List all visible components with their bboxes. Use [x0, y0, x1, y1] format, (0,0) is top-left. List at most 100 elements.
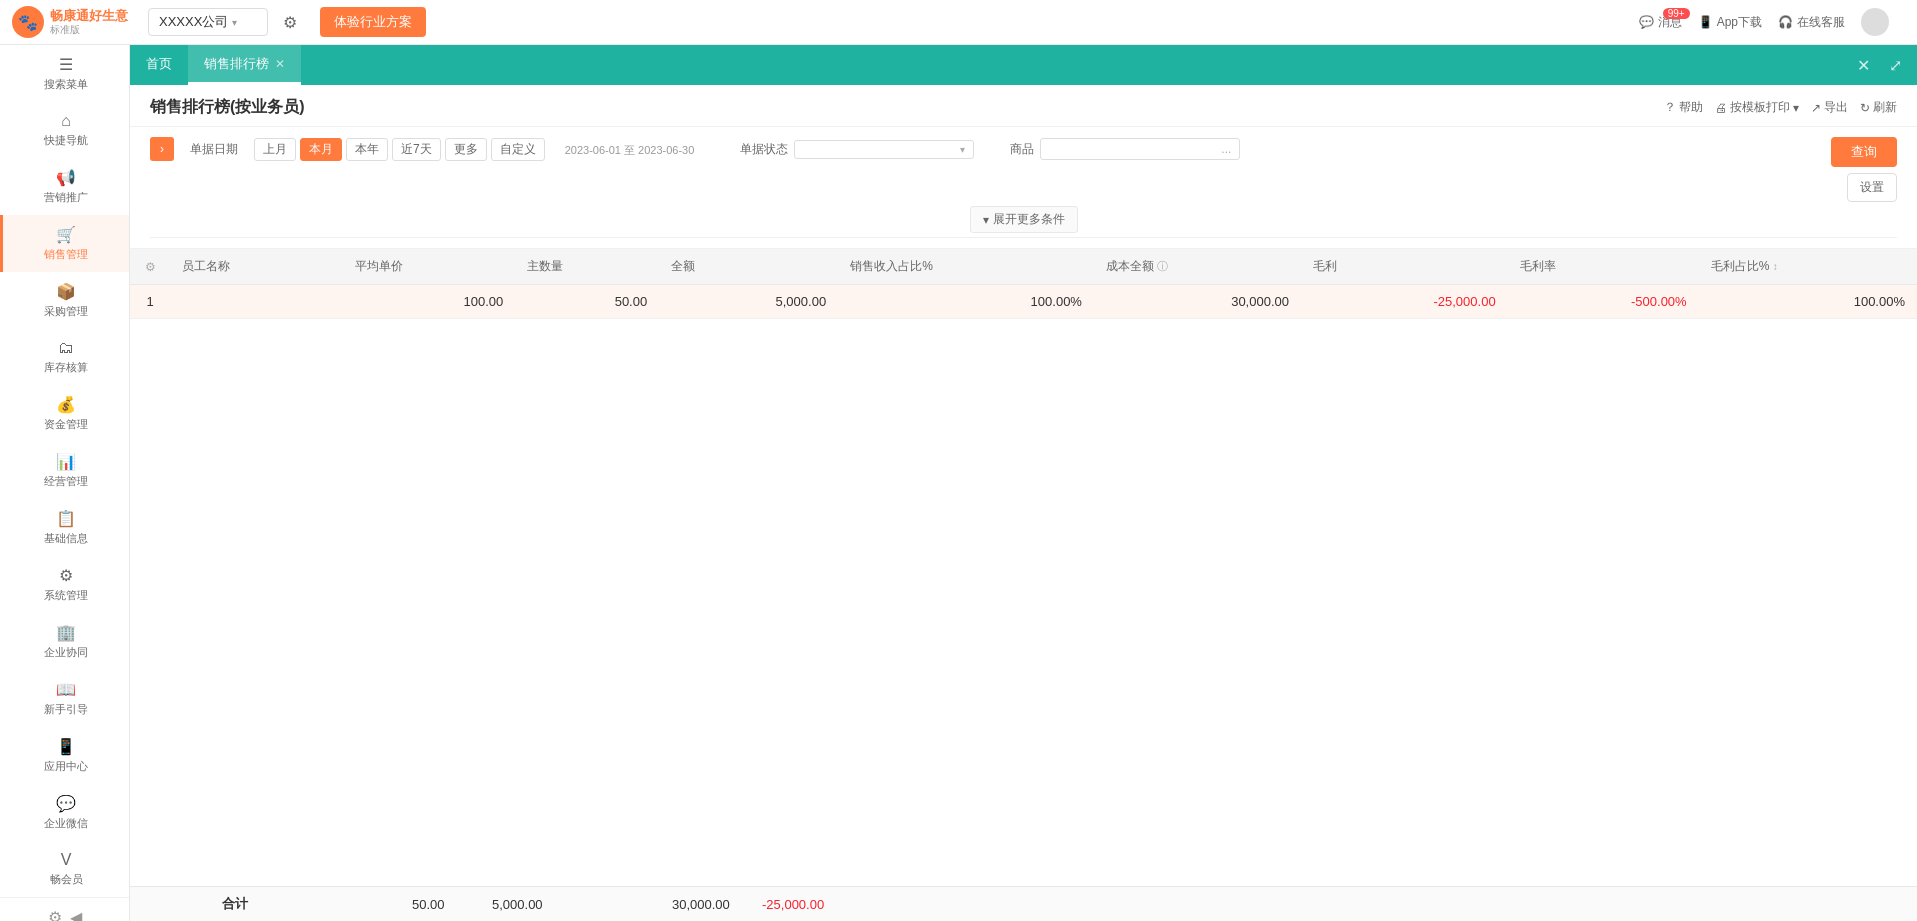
settings-bottom-icon[interactable]: ⚙ [48, 908, 62, 921]
help-label: 帮助 [1679, 99, 1703, 116]
sidebar-label-inventory: 库存核算 [44, 360, 88, 375]
logo: 🐾 畅康通好生意 标准版 [12, 6, 128, 38]
sidebar-item-guide[interactable]: 📖 新手引导 [0, 670, 129, 727]
date-btn-4[interactable]: 更多 [445, 138, 487, 161]
th-profitRate: 毛利率 [1508, 249, 1699, 285]
date-options: 上月本月本年近7天更多自定义 [254, 138, 545, 161]
collapse-icon[interactable]: ◀ [70, 908, 82, 921]
phone-icon: 📱 [1698, 15, 1713, 29]
sidebar-item-purchase[interactable]: 📦 采购管理 [0, 272, 129, 329]
filter-row-1: › 单据日期 上月本月本年近7天更多自定义 2023-06-01 至 2023-… [150, 137, 1819, 161]
filter-main: › 单据日期 上月本月本年近7天更多自定义 2023-06-01 至 2023-… [150, 137, 1819, 167]
sidebar-item-basic[interactable]: 📋 基础信息 [0, 499, 129, 556]
sidebar-item-quicknav[interactable]: ⌂ 快捷导航 [0, 102, 129, 158]
filter-toggle-btn[interactable]: › [150, 137, 174, 161]
date-btn-0[interactable]: 上月 [254, 138, 296, 161]
sidebar-item-wechat[interactable]: 💬 企业微信 [0, 784, 129, 841]
message-item[interactable]: 💬 消息 99+ [1639, 14, 1682, 31]
avatar[interactable] [1861, 8, 1889, 36]
page-title: 销售排行榜(按业务员) [150, 97, 305, 118]
table-body: 1100.0050.005,000.00100.00%30,000.00-25,… [130, 285, 1917, 319]
sidebar-item-system[interactable]: ⚙ 系统管理 [0, 556, 129, 613]
help-icon: ？ [1664, 99, 1676, 116]
footer-amount: 5,000.00 [492, 897, 582, 912]
sidebar-label-finance: 资金管理 [44, 417, 88, 432]
chevron-down-icon: ▾ [232, 17, 237, 28]
template-print-link[interactable]: 🖨 按模板打印 ▾ [1715, 99, 1799, 116]
cell-rank: 1 [130, 285, 170, 319]
sidebar-item-search[interactable]: ☰ 搜索菜单 [0, 45, 129, 102]
sort-icon[interactable]: ↕ [1773, 261, 1778, 272]
date-range: 2023-06-01 至 2023-06-30 [565, 143, 695, 158]
sidebar-icon-enterprise: 🏢 [56, 623, 76, 642]
logo-sub: 标准版 [50, 24, 128, 36]
maximize-icon[interactable]: ⤢ [1881, 51, 1909, 79]
online-service-item[interactable]: 🎧 在线客服 [1778, 14, 1845, 31]
sidebar-label-apps: 应用中心 [44, 759, 88, 774]
sidebar-item-finance[interactable]: 💰 资金管理 [0, 385, 129, 442]
table-settings-icon[interactable]: ⚙ [145, 260, 156, 274]
tab-home[interactable]: 首页 [130, 45, 188, 85]
sidebar-item-marketing[interactable]: 📢 营销推广 [0, 158, 129, 215]
query-button[interactable]: 查询 [1831, 137, 1897, 167]
expand-button[interactable]: ▾ 展开更多条件 [970, 206, 1078, 233]
sidebar-label-enterprise: 企业协同 [44, 645, 88, 660]
print-icon: 🖨 [1715, 101, 1727, 115]
footer-profit: -25,000.00 [762, 897, 852, 912]
sidebar-item-sales[interactable]: 🛒 销售管理 [0, 215, 129, 272]
th-settings[interactable]: ⚙ [130, 249, 170, 285]
chevron-down-expand-icon: ▾ [983, 213, 989, 227]
status-select[interactable]: ▾ [794, 140, 974, 159]
sidebar-icon-guide: 📖 [56, 680, 76, 699]
sidebar-label-quicknav: 快捷导航 [44, 133, 88, 148]
sidebar-icon-member: V [61, 851, 72, 869]
headset-icon: 🎧 [1778, 15, 1793, 29]
date-btn-3[interactable]: 近7天 [392, 138, 441, 161]
sidebar-item-inventory[interactable]: 🗂 库存核算 [0, 329, 129, 385]
date-btn-1[interactable]: 本月 [300, 138, 342, 161]
tab-salesrank[interactable]: 销售排行榜 ✕ [188, 45, 301, 85]
help-link[interactable]: ？ 帮助 [1664, 99, 1703, 116]
export-link[interactable]: ↗ 导出 [1811, 99, 1848, 116]
company-selector[interactable]: XXXXX公司 ▾ [148, 8, 268, 36]
tab-close-salesrank[interactable]: ✕ [275, 57, 285, 71]
sidebar-icon-marketing: 📢 [56, 168, 76, 187]
gear-icon[interactable]: ⚙ [276, 8, 304, 36]
footer-cost: 30,000.00 [672, 897, 762, 912]
sidebar-item-apps[interactable]: 📱 应用中心 [0, 727, 129, 784]
app-download-item[interactable]: 📱 App下载 [1698, 14, 1762, 31]
refresh-icon: ↻ [1860, 101, 1870, 115]
th-mainQty: 主数量 [515, 249, 659, 285]
logo-title: 畅康通好生意 [50, 8, 128, 24]
cell-costamount: 30,000.00 [1094, 285, 1301, 319]
goods-more-icon[interactable]: ... [1221, 142, 1231, 156]
sidebar-label-purchase: 采购管理 [44, 304, 88, 319]
template-print-label: 按模板打印 [1730, 99, 1790, 116]
tab-label-salesrank: 销售排行榜 [204, 55, 269, 73]
goods-input[interactable]: ... [1040, 138, 1240, 160]
table-wrapper: ⚙员工名称平均单价主数量全额销售收入占比%成本全额 ⓘ毛利毛利率毛利占比% ↕ … [130, 249, 1917, 886]
cell-profitrate: -500.00% [1508, 285, 1699, 319]
tab-bar: 首页 销售排行榜 ✕ ✕ ⤢ [130, 45, 1917, 85]
date-btn-2[interactable]: 本年 [346, 138, 388, 161]
th-profit: 毛利 [1301, 249, 1508, 285]
tab-label-home: 首页 [146, 55, 172, 73]
sidebar-label-basic: 基础信息 [44, 531, 88, 546]
th-avgPrice: 平均单价 [343, 249, 516, 285]
filter-top-row: › 单据日期 上月本月本年近7天更多自定义 2023-06-01 至 2023-… [150, 137, 1897, 202]
sidebar-icon-purchase: 📦 [56, 282, 76, 301]
trial-button[interactable]: 体验行业方案 [320, 7, 426, 37]
close-tab-icon[interactable]: ✕ [1849, 51, 1877, 79]
info-icon[interactable]: ⓘ [1157, 260, 1168, 272]
cell-profit: -25,000.00 [1301, 285, 1508, 319]
status-label: 单据状态 [740, 141, 788, 158]
sidebar-item-operations[interactable]: 📊 经营管理 [0, 442, 129, 499]
settings-button[interactable]: 设置 [1847, 173, 1897, 202]
sidebar-item-enterprise[interactable]: 🏢 企业协同 [0, 613, 129, 670]
cell-amount: 5,000.00 [659, 285, 838, 319]
th-costAmount: 成本全额 ⓘ [1094, 249, 1301, 285]
sidebar-label-member: 畅会员 [50, 872, 83, 887]
refresh-link[interactable]: ↻ 刷新 [1860, 99, 1897, 116]
date-btn-5[interactable]: 自定义 [491, 138, 545, 161]
sidebar-item-member[interactable]: V 畅会员 [0, 841, 129, 897]
